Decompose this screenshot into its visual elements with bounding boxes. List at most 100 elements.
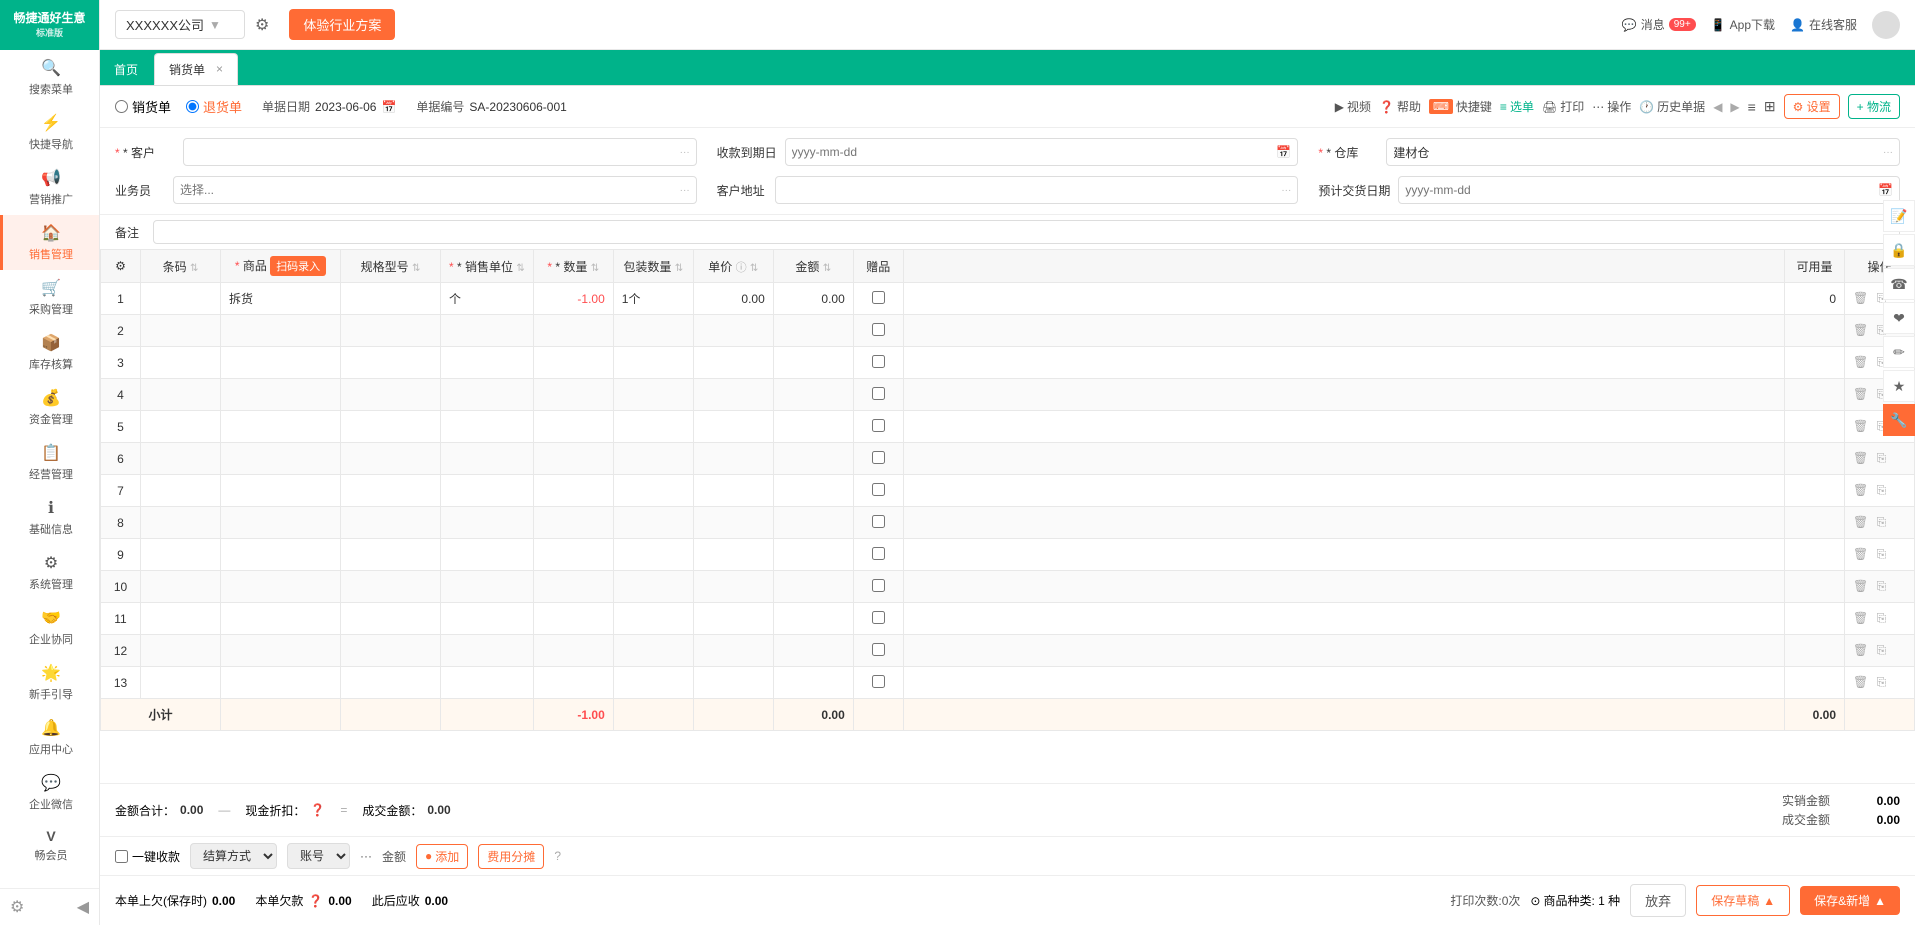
cell-barcode[interactable]: [141, 283, 221, 315]
scan-btn[interactable]: 扫码录入: [270, 256, 326, 276]
cell-gift[interactable]: [853, 571, 903, 603]
cell-gift[interactable]: [853, 315, 903, 347]
cell-amount[interactable]: [773, 635, 853, 667]
cell-barcode[interactable]: [141, 635, 221, 667]
settle-method-select[interactable]: 结算方式: [190, 843, 277, 869]
qty-sort-icon[interactable]: ⇅: [591, 263, 599, 274]
app-download-btn[interactable]: 📱 App下载: [1711, 16, 1775, 33]
copy-icon[interactable]: ⎘: [1877, 675, 1887, 689]
cell-unit[interactable]: [441, 443, 534, 475]
sidebar-item-app-center[interactable]: 🔔 应用中心: [0, 710, 99, 765]
cell-gift[interactable]: [853, 507, 903, 539]
cell-gift[interactable]: [853, 667, 903, 699]
copy-icon[interactable]: ⎘: [1877, 451, 1887, 465]
nav-next-icon[interactable]: ▶: [1730, 100, 1739, 114]
logistics-btn[interactable]: + 物流: [1848, 94, 1900, 119]
experience-btn[interactable]: 体验行业方案: [289, 9, 395, 40]
nav-prev-icon[interactable]: ◀: [1713, 100, 1722, 114]
cell-pkgqty[interactable]: [613, 539, 693, 571]
cell-spec[interactable]: [341, 443, 441, 475]
cell-barcode[interactable]: [141, 443, 221, 475]
company-selector[interactable]: XXXXXX公司 ▼: [115, 10, 245, 39]
cell-unit[interactable]: [441, 539, 534, 571]
online-service-btn[interactable]: 👤 在线客服: [1790, 16, 1857, 33]
cell-amount[interactable]: [773, 475, 853, 507]
sidebar-item-purchase[interactable]: 🛒 采购管理: [0, 270, 99, 325]
cell-gift[interactable]: [853, 411, 903, 443]
cell-product[interactable]: [221, 379, 341, 411]
cell-amount[interactable]: 0.00: [773, 283, 853, 315]
select-order-btn[interactable]: ≡ 选单: [1500, 98, 1534, 115]
cell-qty[interactable]: -1.00: [533, 283, 613, 315]
cell-qty[interactable]: [533, 411, 613, 443]
delete-icon[interactable]: 🗑: [1853, 355, 1868, 369]
cell-amount[interactable]: [773, 411, 853, 443]
history-btn[interactable]: 🕐 历史单据: [1639, 98, 1705, 115]
cell-gift[interactable]: [853, 539, 903, 571]
float-btn-4[interactable]: ❤: [1883, 302, 1915, 334]
sidebar-item-inventory[interactable]: 📦 库存核算: [0, 325, 99, 380]
cell-pkgqty[interactable]: [613, 475, 693, 507]
customer-dots-icon[interactable]: ···: [680, 147, 690, 158]
cell-product[interactable]: [221, 603, 341, 635]
copy-icon[interactable]: ⎘: [1877, 483, 1887, 497]
cell-barcode[interactable]: [141, 571, 221, 603]
message-btn[interactable]: 💬 消息 99+: [1622, 16, 1696, 33]
help-btn[interactable]: ❓ 帮助: [1379, 98, 1421, 115]
unit-sort-icon[interactable]: ⇅: [516, 263, 524, 274]
float-btn-7[interactable]: 🔧: [1883, 404, 1915, 436]
expected-date-calendar-icon[interactable]: 📅: [1878, 183, 1893, 197]
cell-spec[interactable]: [341, 283, 441, 315]
cell-barcode[interactable]: [141, 667, 221, 699]
salesperson-input[interactable]: [180, 183, 680, 197]
cell-product[interactable]: [221, 315, 341, 347]
cell-price[interactable]: [693, 315, 773, 347]
cell-pkgqty[interactable]: [613, 315, 693, 347]
cell-pkgqty[interactable]: 1个: [613, 283, 693, 315]
delete-icon[interactable]: 🗑: [1853, 387, 1868, 401]
cell-product[interactable]: 拆货: [221, 283, 341, 315]
cell-price[interactable]: [693, 571, 773, 603]
cell-unit[interactable]: [441, 571, 534, 603]
amount-sort-icon[interactable]: ⇅: [823, 263, 831, 274]
cell-pkgqty[interactable]: [613, 571, 693, 603]
copy-icon[interactable]: ⎘: [1877, 579, 1887, 593]
print-btn[interactable]: 🖨 打印: [1542, 98, 1584, 115]
delete-icon[interactable]: 🗑: [1853, 611, 1868, 625]
cell-spec[interactable]: [341, 347, 441, 379]
delete-icon[interactable]: 🗑: [1853, 291, 1868, 305]
cell-unit[interactable]: [441, 507, 534, 539]
delete-icon[interactable]: 🗑: [1853, 515, 1868, 529]
cell-gift[interactable]: [853, 475, 903, 507]
cell-unit[interactable]: [441, 635, 534, 667]
cell-product[interactable]: [221, 411, 341, 443]
cell-gift[interactable]: [853, 443, 903, 475]
float-btn-1[interactable]: 📝: [1883, 200, 1915, 232]
customer-addr-dots-icon[interactable]: ···: [1281, 185, 1291, 196]
pkgqty-sort-icon[interactable]: ⇅: [675, 263, 683, 274]
cell-price[interactable]: [693, 507, 773, 539]
cell-amount[interactable]: [773, 667, 853, 699]
cell-unit[interactable]: [441, 315, 534, 347]
cell-unit[interactable]: [441, 347, 534, 379]
cell-spec[interactable]: [341, 379, 441, 411]
cell-barcode[interactable]: [141, 539, 221, 571]
sidebar-item-collab[interactable]: 🤝 企业协同: [0, 600, 99, 655]
cell-price[interactable]: [693, 443, 773, 475]
tab-home[interactable]: 首页: [100, 53, 152, 85]
radio-sale[interactable]: 销货单: [115, 97, 171, 116]
delete-icon[interactable]: 🗑: [1853, 323, 1868, 337]
cell-pkgqty[interactable]: [613, 603, 693, 635]
sidebar-item-basic-info[interactable]: ℹ 基础信息: [0, 490, 99, 545]
cell-price[interactable]: [693, 667, 773, 699]
topbar-gear-icon[interactable]: ⚙: [255, 15, 269, 35]
cell-pkgqty[interactable]: [613, 411, 693, 443]
cell-qty[interactable]: [533, 475, 613, 507]
cell-amount[interactable]: [773, 315, 853, 347]
cell-barcode[interactable]: [141, 379, 221, 411]
cell-pkgqty[interactable]: [613, 667, 693, 699]
cell-pkgqty[interactable]: [613, 379, 693, 411]
abandon-btn[interactable]: 放弃: [1630, 884, 1686, 917]
sidebar-item-system[interactable]: ⚙ 系统管理: [0, 545, 99, 600]
cell-spec[interactable]: [341, 667, 441, 699]
